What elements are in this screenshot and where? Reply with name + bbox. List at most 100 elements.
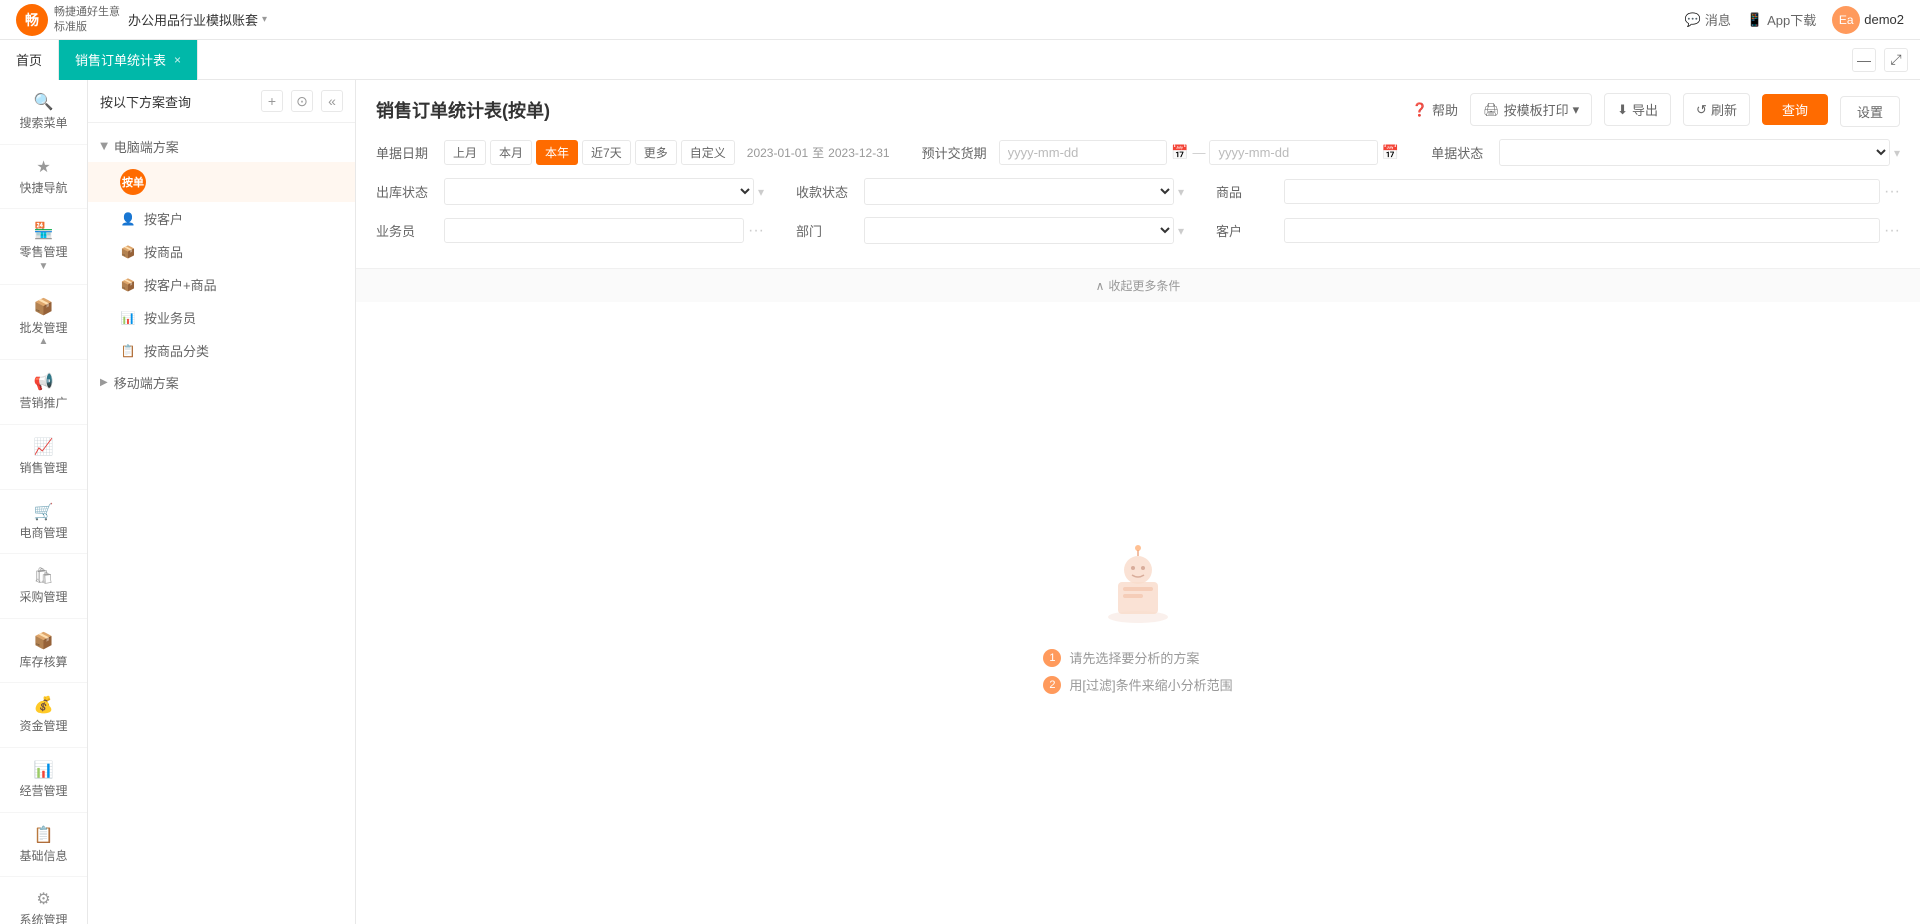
dept-dropdown-icon: ▾ bbox=[1178, 224, 1184, 238]
sidebar-item-retail[interactable]: 🏪 零售管理 ▼ bbox=[0, 209, 87, 285]
goods-more-icon[interactable]: ··· bbox=[1884, 183, 1900, 201]
logo-text: 畅捷通好生意 标准版 bbox=[54, 5, 120, 34]
mobile-section-header[interactable]: ▶ 移动端方案 bbox=[88, 367, 355, 398]
sidebar-item-search[interactable]: 🔍 搜索菜单 bbox=[0, 80, 87, 145]
sidebar-item-operations[interactable]: 📊 经营管理 bbox=[0, 748, 87, 813]
empty-tip-1: 1 请先选择要分析的方案 bbox=[1043, 648, 1232, 667]
app-download-button[interactable]: 📱 App下载 bbox=[1747, 10, 1816, 29]
expected-date-to-input[interactable] bbox=[1209, 140, 1377, 165]
status-select[interactable] bbox=[1499, 139, 1890, 166]
sidebar-item-ecommerce[interactable]: 🛒 电商管理 bbox=[0, 490, 87, 555]
search-icon: 🔍 bbox=[34, 92, 54, 112]
refresh-button[interactable]: ↺ 刷新 bbox=[1683, 93, 1750, 126]
tab-sales-order-stats[interactable]: 销售订单统计表 × bbox=[59, 40, 198, 80]
sidebar-item-wholesale[interactable]: 📦 批发管理 ▲ bbox=[0, 285, 87, 361]
inventory-icon: 📦 bbox=[34, 631, 54, 651]
customer-more-icon[interactable]: ··· bbox=[1884, 222, 1900, 240]
sidebar-item-purchase[interactable]: 🛍 采购管理 bbox=[0, 554, 87, 619]
goods-input[interactable] bbox=[1284, 179, 1880, 204]
logo-icon: 畅 bbox=[16, 4, 48, 36]
sidebar-item-sales[interactable]: 📈 销售管理 bbox=[0, 425, 87, 490]
page-actions: ❓ 帮助 🖨 按模板打印 ▾ ⬇ 导出 ↺ 刷新 bbox=[1412, 92, 1900, 127]
section-arrow-icon: ▶ bbox=[100, 377, 108, 388]
scheme-item-by-category[interactable]: 📋 按商品分类 bbox=[88, 334, 355, 367]
expected-date-from-group: 📅 — 📅 bbox=[999, 140, 1400, 165]
help-button[interactable]: ❓ 帮助 bbox=[1412, 100, 1458, 119]
settings-button[interactable]: 设置 bbox=[1840, 96, 1900, 127]
goods-icon: 📦 bbox=[120, 244, 136, 260]
page-title: 销售订单统计表(按单) bbox=[376, 97, 550, 123]
user-profile[interactable]: Ea demo2 bbox=[1832, 6, 1904, 34]
sales-icon: 📈 bbox=[34, 437, 54, 457]
active-scheme-badge: 按单 bbox=[120, 169, 146, 195]
pay-status-dropdown-icon: ▾ bbox=[1178, 185, 1184, 199]
staff-more-icon[interactable]: ··· bbox=[748, 222, 764, 240]
collapse-panel-button[interactable]: « bbox=[321, 90, 343, 112]
pay-status-select[interactable] bbox=[864, 178, 1174, 205]
desktop-scheme-section: ▶ 电脑端方案 按单 👤 按客户 📦 按商品 bbox=[88, 131, 355, 367]
sidebar-item-inventory[interactable]: 📦 库存核算 bbox=[0, 619, 87, 684]
pay-status-group: ▾ bbox=[864, 178, 1184, 205]
tab-home[interactable]: 首页 bbox=[0, 40, 59, 80]
avatar: Ea bbox=[1832, 6, 1860, 34]
calendar-to-icon[interactable]: 📅 bbox=[1382, 144, 1399, 161]
date-btn-last-month[interactable]: 上月 bbox=[444, 140, 486, 165]
customer-label: 客户 bbox=[1216, 221, 1272, 240]
dept-select[interactable] bbox=[864, 217, 1174, 244]
export-button[interactable]: ⬇ 导出 bbox=[1604, 93, 1671, 126]
print-icon: 🖨 bbox=[1483, 102, 1500, 118]
date-btn-7days[interactable]: 近7天 bbox=[582, 140, 631, 165]
customer-input[interactable] bbox=[1284, 218, 1880, 243]
maximize-button[interactable]: ⤢ bbox=[1884, 48, 1908, 72]
date-btn-custom[interactable]: 自定义 bbox=[681, 140, 735, 165]
edit-scheme-button[interactable]: ⊙ bbox=[291, 90, 313, 112]
scheme-item-by-goods[interactable]: 📦 按商品 bbox=[88, 235, 355, 268]
date-btn-this-month[interactable]: 本月 bbox=[490, 140, 532, 165]
chevron-down-icon: ▾ bbox=[262, 14, 267, 25]
staff-icon: 📊 bbox=[120, 310, 136, 326]
filter-area: 单据日期 上月 本月 本年 近7天 更多 自定义 2023-01-01 至 20… bbox=[356, 127, 1920, 268]
sidebar-item-marketing[interactable]: 📢 营销推广 bbox=[0, 360, 87, 425]
tip-number-2: 2 bbox=[1043, 676, 1061, 694]
date-btn-more[interactable]: 更多 bbox=[635, 140, 677, 165]
app-selector[interactable]: 办公用品行业模拟账套 ▾ bbox=[128, 10, 267, 29]
chevron-up-icon: ▲ bbox=[39, 336, 49, 347]
download-icon: 📱 bbox=[1747, 12, 1763, 28]
staff-label: 业务员 bbox=[376, 221, 432, 240]
date-btn-this-year[interactable]: 本年 bbox=[536, 140, 578, 165]
empty-tips: 1 请先选择要分析的方案 2 用[过滤]条件来缩小分析范围 bbox=[1043, 648, 1232, 694]
nav-tabs: 首页 销售订单统计表 × — ⤢ bbox=[0, 40, 1920, 80]
out-status-select[interactable] bbox=[444, 178, 754, 205]
status-dropdown-icon: ▾ bbox=[1894, 146, 1900, 160]
scheme-tree: ▶ 电脑端方案 按单 👤 按客户 📦 按商品 bbox=[88, 123, 355, 924]
filter-row-2: 出库状态 ▾ 收款状态 ▾ 商品 bbox=[376, 178, 1900, 205]
dept-group: ▾ bbox=[864, 217, 1184, 244]
desktop-section-header[interactable]: ▶ 电脑端方案 bbox=[88, 131, 355, 162]
out-status-dropdown-icon: ▾ bbox=[758, 185, 764, 199]
scheme-item-by-customer-goods[interactable]: 📦 按客户+商品 bbox=[88, 268, 355, 301]
minimize-button[interactable]: — bbox=[1852, 48, 1876, 72]
collapse-icon: ∧ bbox=[1096, 279, 1105, 293]
query-button[interactable]: 查询 bbox=[1762, 94, 1828, 125]
sidebar-item-system[interactable]: ⚙ 系统管理 bbox=[0, 877, 87, 924]
scheme-item-by-order[interactable]: 按单 bbox=[88, 162, 355, 202]
sidebar-item-quicknav[interactable]: ★ 快捷导航 bbox=[0, 145, 87, 210]
help-icon: ❓ bbox=[1412, 102, 1428, 118]
empty-tip-2: 2 用[过滤]条件来缩小分析范围 bbox=[1043, 675, 1232, 694]
topbar-left: 畅 畅捷通好生意 标准版 办公用品行业模拟账套 ▾ bbox=[16, 4, 267, 36]
left-panel-header: 按以下方案查询 + ⊙ « bbox=[88, 80, 355, 123]
scheme-item-by-staff[interactable]: 📊 按业务员 bbox=[88, 301, 355, 334]
sidebar-item-finance[interactable]: 💰 资金管理 bbox=[0, 683, 87, 748]
add-scheme-button[interactable]: + bbox=[261, 90, 283, 112]
tab-close-icon[interactable]: × bbox=[174, 53, 181, 67]
collapse-filters-button[interactable]: ∧ 收起更多条件 bbox=[356, 268, 1920, 302]
calendar-from-icon[interactable]: 📅 bbox=[1171, 144, 1188, 161]
staff-input[interactable] bbox=[444, 218, 744, 243]
goods-group: ··· bbox=[1284, 179, 1900, 204]
scheme-item-by-customer[interactable]: 👤 按客户 bbox=[88, 202, 355, 235]
print-button[interactable]: 🖨 按模板打印 ▾ bbox=[1470, 93, 1592, 126]
expected-date-from-input[interactable] bbox=[999, 140, 1167, 165]
sidebar-item-basic-info[interactable]: 📋 基础信息 bbox=[0, 813, 87, 878]
message-button[interactable]: 💬 消息 bbox=[1685, 10, 1731, 29]
panel-actions: + ⊙ « bbox=[261, 90, 343, 112]
